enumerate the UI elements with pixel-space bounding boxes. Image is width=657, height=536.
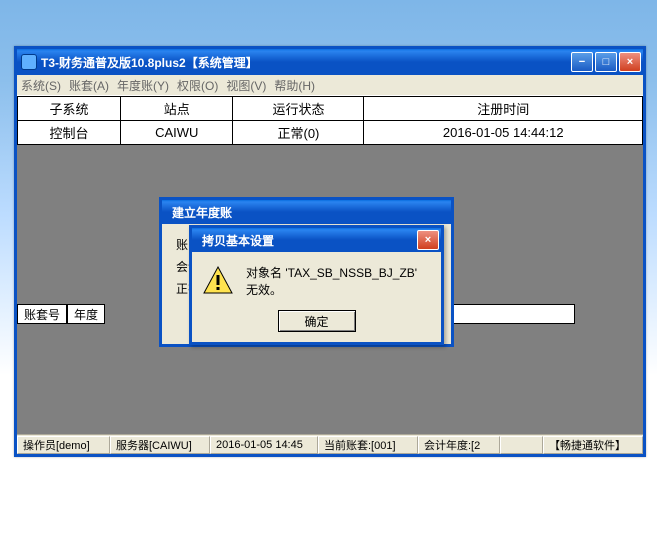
- window-title: T3-财务通普及版10.8plus2【系统管理】: [41, 54, 569, 71]
- dialog-error: 拷贝基本设置 × 对象名 'TAX_SB_NSSB_BJ_ZB' 无效。 确定: [189, 225, 444, 345]
- dialog-create-year-title: 建立年度账: [166, 204, 451, 221]
- status-operator: 操作员[demo]: [17, 436, 110, 454]
- cell-station: CAIWU: [121, 121, 233, 145]
- status-fiscal: 会计年度:[2: [418, 436, 500, 454]
- window-controls: − □ ×: [569, 52, 641, 72]
- table-header-row: 子系统 站点 运行状态 注册时间: [18, 97, 643, 121]
- dialog-create-year-titlebar[interactable]: 建立年度账: [162, 200, 451, 224]
- filter-year-label: 年度: [67, 304, 105, 324]
- ok-button[interactable]: 确定: [278, 310, 356, 332]
- minimize-button[interactable]: −: [571, 52, 593, 72]
- warning-icon: [202, 265, 234, 297]
- filter-account-label: 账套号: [17, 304, 67, 324]
- dialog-error-close-button[interactable]: ×: [417, 230, 439, 250]
- col-subsystem: 子系统: [18, 97, 121, 121]
- status-account: 当前账套:[001]: [318, 436, 418, 454]
- menu-help[interactable]: 帮助(H): [274, 77, 315, 94]
- col-station: 站点: [121, 97, 233, 121]
- cell-subsystem: 控制台: [18, 121, 121, 145]
- status-vendor: 【畅捷通软件】: [543, 436, 643, 454]
- status-datetime: 2016-01-05 14:45: [210, 436, 318, 454]
- menu-view[interactable]: 视图(V): [226, 77, 266, 94]
- dialog-error-message: 对象名 'TAX_SB_NSSB_BJ_ZB' 无效。: [246, 264, 431, 298]
- menu-perm[interactable]: 权限(O): [177, 77, 218, 94]
- dialog-error-body: 对象名 'TAX_SB_NSSB_BJ_ZB' 无效。 确定: [192, 252, 441, 340]
- status-server: 服务器[CAIWU]: [110, 436, 210, 454]
- app-icon: [21, 54, 37, 70]
- menu-account[interactable]: 账套(A): [69, 77, 109, 94]
- col-regtime: 注册时间: [364, 97, 643, 121]
- close-button[interactable]: ×: [619, 52, 641, 72]
- menubar: 系统(S) 账套(A) 年度账(Y) 权限(O) 视图(V) 帮助(H): [17, 75, 643, 96]
- main-titlebar[interactable]: T3-财务通普及版10.8plus2【系统管理】 − □ ×: [17, 49, 643, 75]
- menu-system[interactable]: 系统(S): [21, 77, 61, 94]
- statusbar: 操作员[demo] 服务器[CAIWU] 2016-01-05 14:45 当前…: [17, 434, 643, 454]
- cell-regtime: 2016-01-05 14:44:12: [364, 121, 643, 145]
- dialog-error-titlebar[interactable]: 拷贝基本设置 ×: [192, 228, 441, 252]
- status-spacer: [500, 436, 543, 454]
- cell-runstate: 正常(0): [233, 121, 364, 145]
- status-table: 子系统 站点 运行状态 注册时间 控制台 CAIWU 正常(0) 2016-01…: [17, 96, 643, 145]
- table-row[interactable]: 控制台 CAIWU 正常(0) 2016-01-05 14:44:12: [18, 121, 643, 145]
- menu-year[interactable]: 年度账(Y): [117, 77, 169, 94]
- dialog-error-title: 拷贝基本设置: [196, 232, 415, 249]
- maximize-button[interactable]: □: [595, 52, 617, 72]
- col-runstate: 运行状态: [233, 97, 364, 121]
